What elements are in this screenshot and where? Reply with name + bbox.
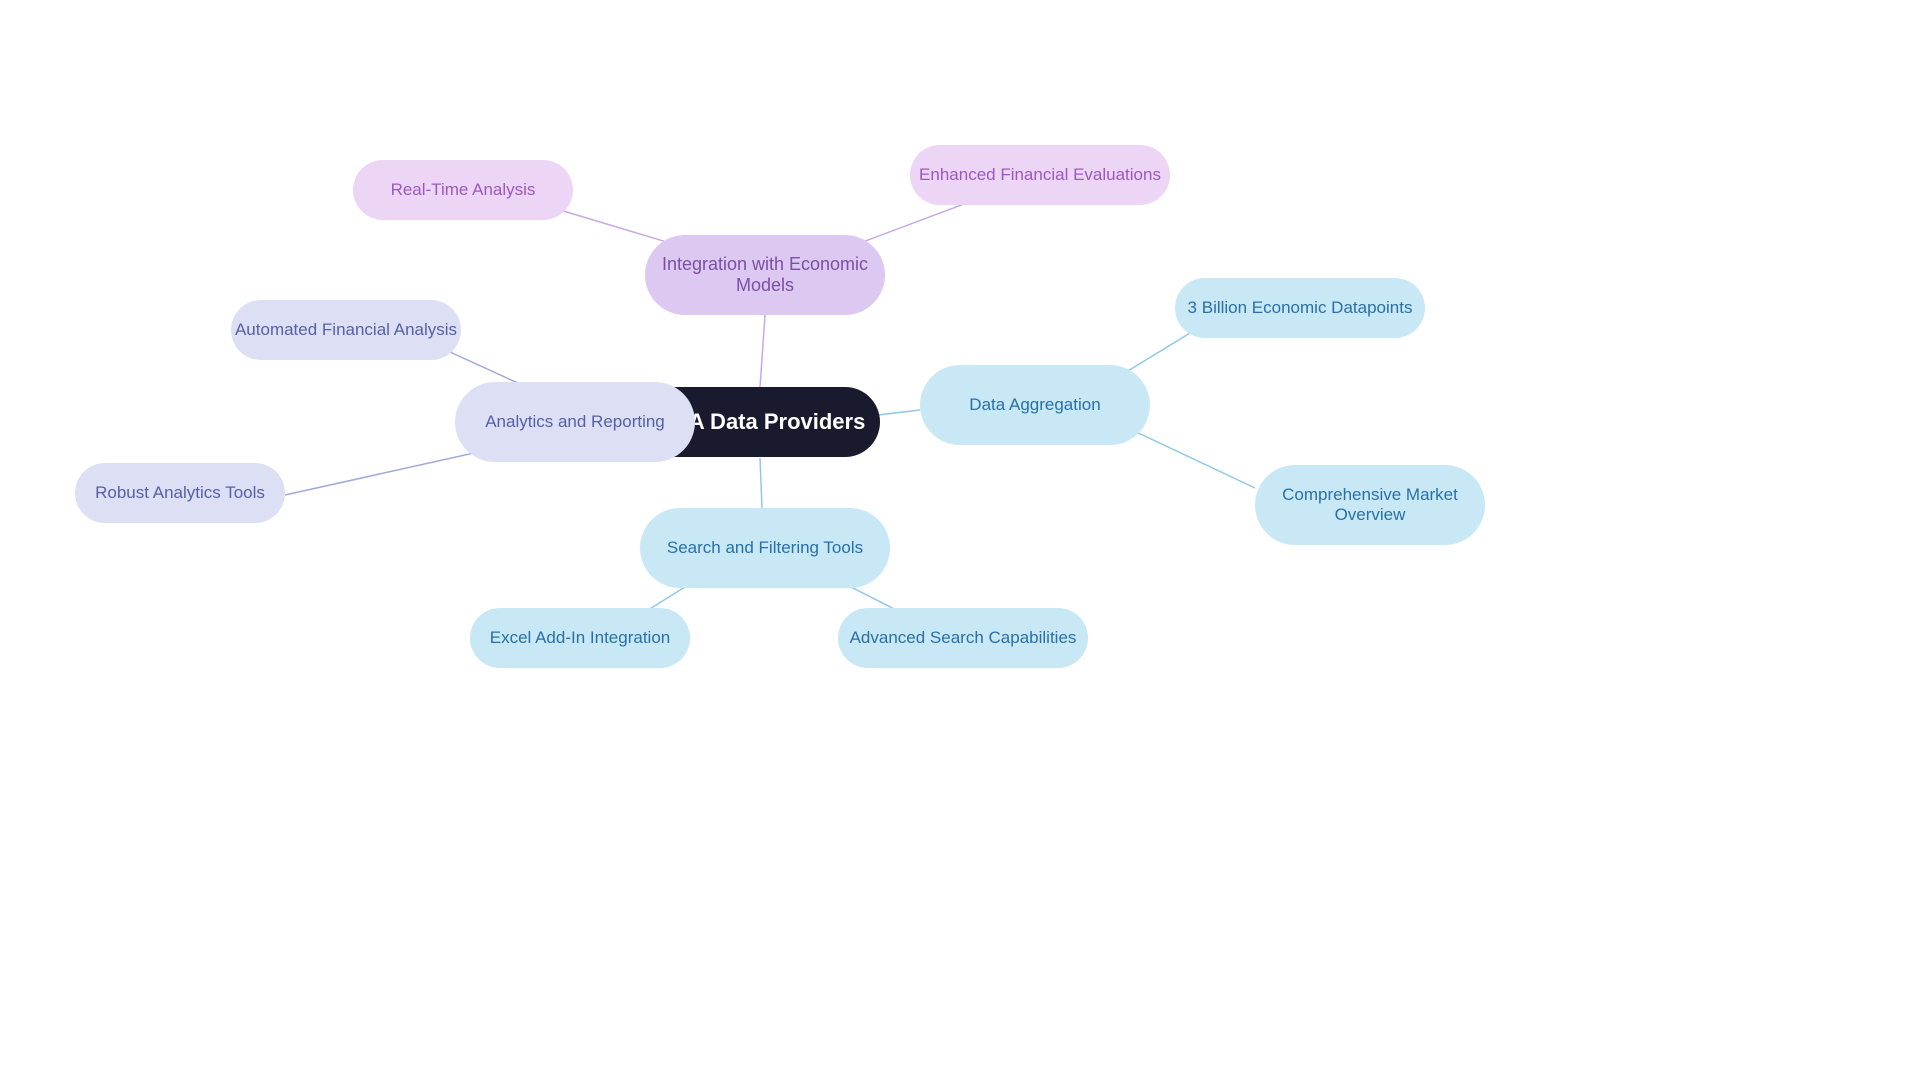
integration-label: Integration with Economic Models xyxy=(645,254,885,296)
realtime-label: Real-Time Analysis xyxy=(391,180,536,200)
realtime-node[interactable]: Real-Time Analysis xyxy=(353,160,573,220)
integration-node[interactable]: Integration with Economic Models xyxy=(645,235,885,315)
search-node[interactable]: Search and Filtering Tools xyxy=(640,508,890,588)
data-aggregation-node[interactable]: Data Aggregation xyxy=(920,365,1150,445)
enhanced-label: Enhanced Financial Evaluations xyxy=(919,165,1161,185)
robust-label: Robust Analytics Tools xyxy=(95,483,265,503)
billion-label: 3 Billion Economic Datapoints xyxy=(1188,298,1413,318)
automated-label: Automated Financial Analysis xyxy=(235,320,457,340)
analytics-node[interactable]: Analytics and Reporting xyxy=(455,382,695,462)
robust-node[interactable]: Robust Analytics Tools xyxy=(75,463,285,523)
advanced-node[interactable]: Advanced Search Capabilities xyxy=(838,608,1088,668)
automated-node[interactable]: Automated Financial Analysis xyxy=(231,300,461,360)
billion-node[interactable]: 3 Billion Economic Datapoints xyxy=(1175,278,1425,338)
enhanced-node[interactable]: Enhanced Financial Evaluations xyxy=(910,145,1170,205)
data-aggregation-label: Data Aggregation xyxy=(969,395,1100,415)
excel-node[interactable]: Excel Add-In Integration xyxy=(470,608,690,668)
comprehensive-label: Comprehensive Market Overview xyxy=(1255,485,1485,525)
excel-label: Excel Add-In Integration xyxy=(490,628,671,648)
analytics-label: Analytics and Reporting xyxy=(485,412,665,432)
comprehensive-node[interactable]: Comprehensive Market Overview xyxy=(1255,465,1485,545)
search-label: Search and Filtering Tools xyxy=(667,538,863,558)
advanced-label: Advanced Search Capabilities xyxy=(850,628,1077,648)
